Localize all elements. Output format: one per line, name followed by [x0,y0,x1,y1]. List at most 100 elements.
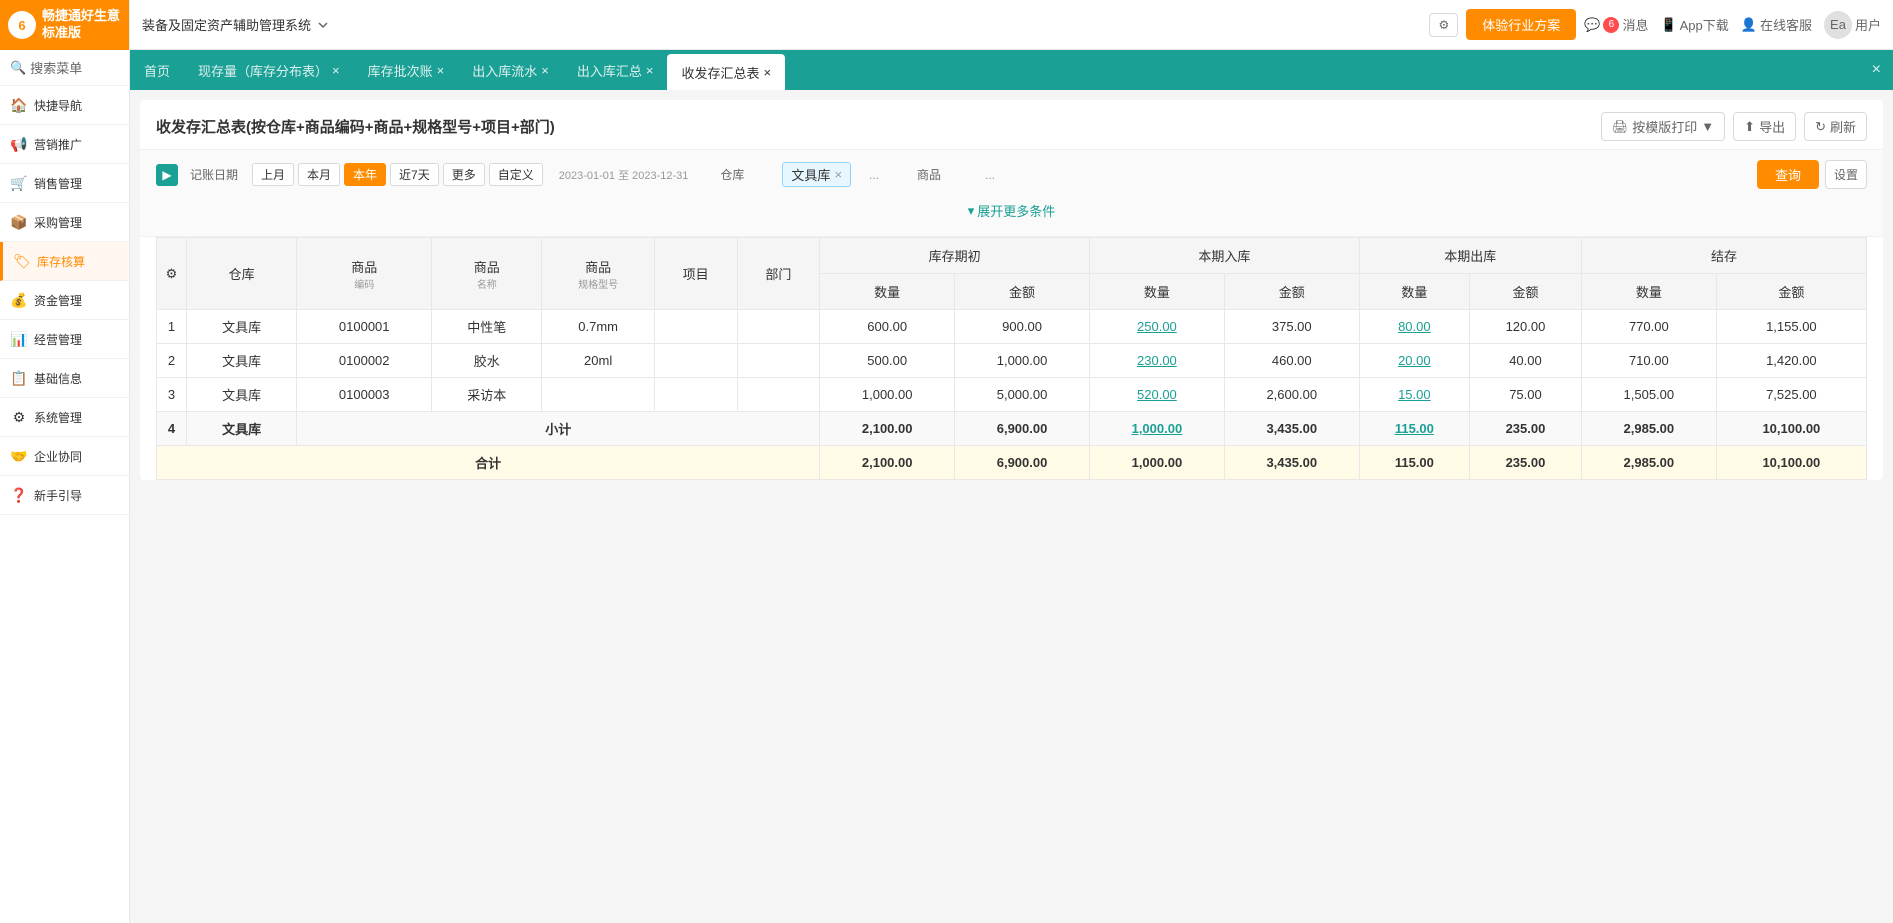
subtotal-no: 4 [157,412,187,446]
logo-icon: 6 [8,11,36,39]
tab-inout-summary[interactable]: 出入库汇总 × [563,50,668,90]
filter-date-this-month[interactable]: 本月 [298,163,340,186]
logo-text: 畅捷通好生意 标准版 [42,8,120,42]
tab-recv-send-close[interactable]: × [763,66,771,79]
row2-spec: 20ml [542,344,654,378]
sidebar-item-label-finance: 资金管理 [34,292,82,309]
row1-in-qty[interactable]: 250.00 [1089,310,1224,344]
sidebar-item-sales[interactable]: 🛒 销售管理 [0,164,129,203]
table-row: 3 文具库 0100003 采访本 1,000.00 5,000.00 520.… [157,378,1867,412]
operations-icon: 📊 [10,330,28,348]
tab-batch-close[interactable]: × [437,64,445,77]
query-button[interactable]: 查询 [1757,160,1819,189]
row1-code: 0100001 [297,310,432,344]
tab-bar: 首页 现存量（库存分布表） × 库存批次账 × 出入库流水 × 出入库汇总 × … [130,50,1893,90]
sidebar-item-purchase[interactable]: 📦 采购管理 [0,203,129,242]
goods-more-btn[interactable]: ... [979,166,1001,184]
message-label: 消息 [1622,15,1648,34]
warehouse-tag-close[interactable]: × [834,167,842,182]
export-btn[interactable]: ⬆ 导出 [1733,112,1796,141]
print-dropdown-icon: ▼ [1701,119,1714,134]
tab-close-all[interactable]: × [1860,61,1893,79]
subtotal-out-qty[interactable]: 115.00 [1359,412,1469,446]
search-menu-label: 搜索菜单 [30,58,82,77]
topbar-settings-button[interactable]: ⚙ [1429,13,1458,37]
filter-date-range: 2023-01-01 至 2023-12-31 [559,167,689,183]
tab-inout-flow-close[interactable]: × [541,64,549,77]
subtotal-in-qty[interactable]: 1,000.00 [1089,412,1224,446]
row3-opening-amt: 5,000.00 [955,378,1090,412]
filter-bar: ▶ 记账日期 上月 本月 本年 近7天 更多 自定义 2023-01-01 至 … [140,150,1883,237]
tab-inout-summary-close[interactable]: × [646,64,654,77]
expand-row: ▾ 展开更多条件 [156,195,1867,226]
refresh-btn[interactable]: ↻ 刷新 [1804,112,1867,141]
row3-in-qty[interactable]: 520.00 [1089,378,1224,412]
tab-batch[interactable]: 库存批次账 × [354,50,459,90]
settings-button[interactable]: 设置 [1825,160,1867,189]
row1-out-amt: 120.00 [1470,310,1582,344]
online-service-action[interactable]: 👤 在线客服 [1741,15,1812,34]
tab-stock-dist-close[interactable]: × [332,64,340,77]
th-out-qty: 数量 [1359,274,1469,310]
total-in-amt: 3,435.00 [1224,446,1359,480]
expand-more-btn[interactable]: ▾ 展开更多条件 [968,195,1056,226]
sidebar-item-finance[interactable]: 💰 资金管理 [0,281,129,320]
th-goods-name: 商品名称 [432,238,542,310]
sidebar-item-quick-nav[interactable]: 🏠 快捷导航 [0,86,129,125]
row2-in-qty[interactable]: 230.00 [1089,344,1224,378]
filter-date-custom[interactable]: 自定义 [489,163,543,186]
row1-warehouse: 文具库 [187,310,297,344]
total-out-amt: 235.00 [1470,446,1582,480]
th-in-qty: 数量 [1089,274,1224,310]
tab-home[interactable]: 首页 [130,50,184,90]
tab-stock-dist[interactable]: 现存量（库存分布表） × [184,50,354,90]
table-group-header-row: ⚙ 仓库 商品编码 商品名称 商品规格型号 项目 部门 库存期初 本期入库 本期… [157,238,1867,274]
guide-icon: ❓ [10,486,28,504]
row3-out-qty[interactable]: 15.00 [1359,378,1469,412]
th-close-amt: 金额 [1716,274,1866,310]
page-title: 收发存汇总表(按仓库+商品编码+商品+规格型号+项目+部门) [156,116,555,137]
row2-out-qty[interactable]: 20.00 [1359,344,1469,378]
subtotal-warehouse: 文具库 [187,412,297,446]
expand-more-label: 展开更多条件 [977,201,1055,220]
tab-home-label: 首页 [144,61,170,80]
row3-dept [737,378,820,412]
sidebar-item-operations[interactable]: 📊 经营管理 [0,320,129,359]
warehouse-more-btn[interactable]: ... [863,166,885,184]
filter-date-7days[interactable]: 近7天 [390,163,439,186]
base-icon: 📋 [10,369,28,387]
sidebar-item-corp[interactable]: 🤝 企业协同 [0,437,129,476]
filter-date-last-month[interactable]: 上月 [252,163,294,186]
message-action[interactable]: 💬 6 消息 [1584,15,1648,34]
th-opening-group: 库存期初 [820,238,1090,274]
row1-out-qty[interactable]: 80.00 [1359,310,1469,344]
tab-inout-flow[interactable]: 出入库流水 × [458,50,563,90]
th-in-group: 本期入库 [1089,238,1359,274]
app-download-action[interactable]: 📱 App下载 [1660,15,1728,34]
sidebar-item-label-guide: 新手引导 [34,487,82,504]
filter-date-more[interactable]: 更多 [443,163,485,186]
experience-btn[interactable]: 体验行业方案 [1466,9,1576,40]
filter-date-this-year[interactable]: 本年 [344,163,386,186]
sidebar-item-inventory[interactable]: 🏷 库存核算 [0,242,129,281]
sidebar-item-marketing[interactable]: 📢 营销推广 [0,125,129,164]
sidebar-item-guide[interactable]: ❓ 新手引导 [0,476,129,515]
th-warehouse: 仓库 [187,238,297,310]
search-menu-item[interactable]: 🔍 搜索菜单 [0,50,129,86]
filter-toggle-btn[interactable]: ▶ [156,164,178,186]
main-area: 装备及固定资产辅助管理系统 ⚙ 体验行业方案 💬 6 消息 📱 App下载 👤 … [130,0,1893,923]
settings-cog-icon[interactable]: ⚙ [166,266,178,281]
th-goods-code: 商品编码 [297,238,432,310]
page-inner: 收发存汇总表(按仓库+商品编码+商品+规格型号+项目+部门) 🖨 按模版打印 ▼… [140,100,1883,480]
sidebar-item-label-marketing: 营销推广 [34,136,82,153]
row2-close-qty: 710.00 [1581,344,1716,378]
subtotal-label: 小计 [297,412,820,446]
search-icon: 🔍 [10,60,26,76]
print-btn[interactable]: 🖨 按模版打印 ▼ [1601,112,1725,141]
data-table: ⚙ 仓库 商品编码 商品名称 商品规格型号 项目 部门 库存期初 本期入库 本期… [156,237,1867,480]
sidebar-item-base[interactable]: 📋 基础信息 [0,359,129,398]
purchase-icon: 📦 [10,213,28,231]
sidebar-item-system[interactable]: ⚙ 系统管理 [0,398,129,437]
user-action[interactable]: Ea 用户 [1824,11,1881,39]
tab-recv-send[interactable]: 收发存汇总表 × [667,54,785,90]
